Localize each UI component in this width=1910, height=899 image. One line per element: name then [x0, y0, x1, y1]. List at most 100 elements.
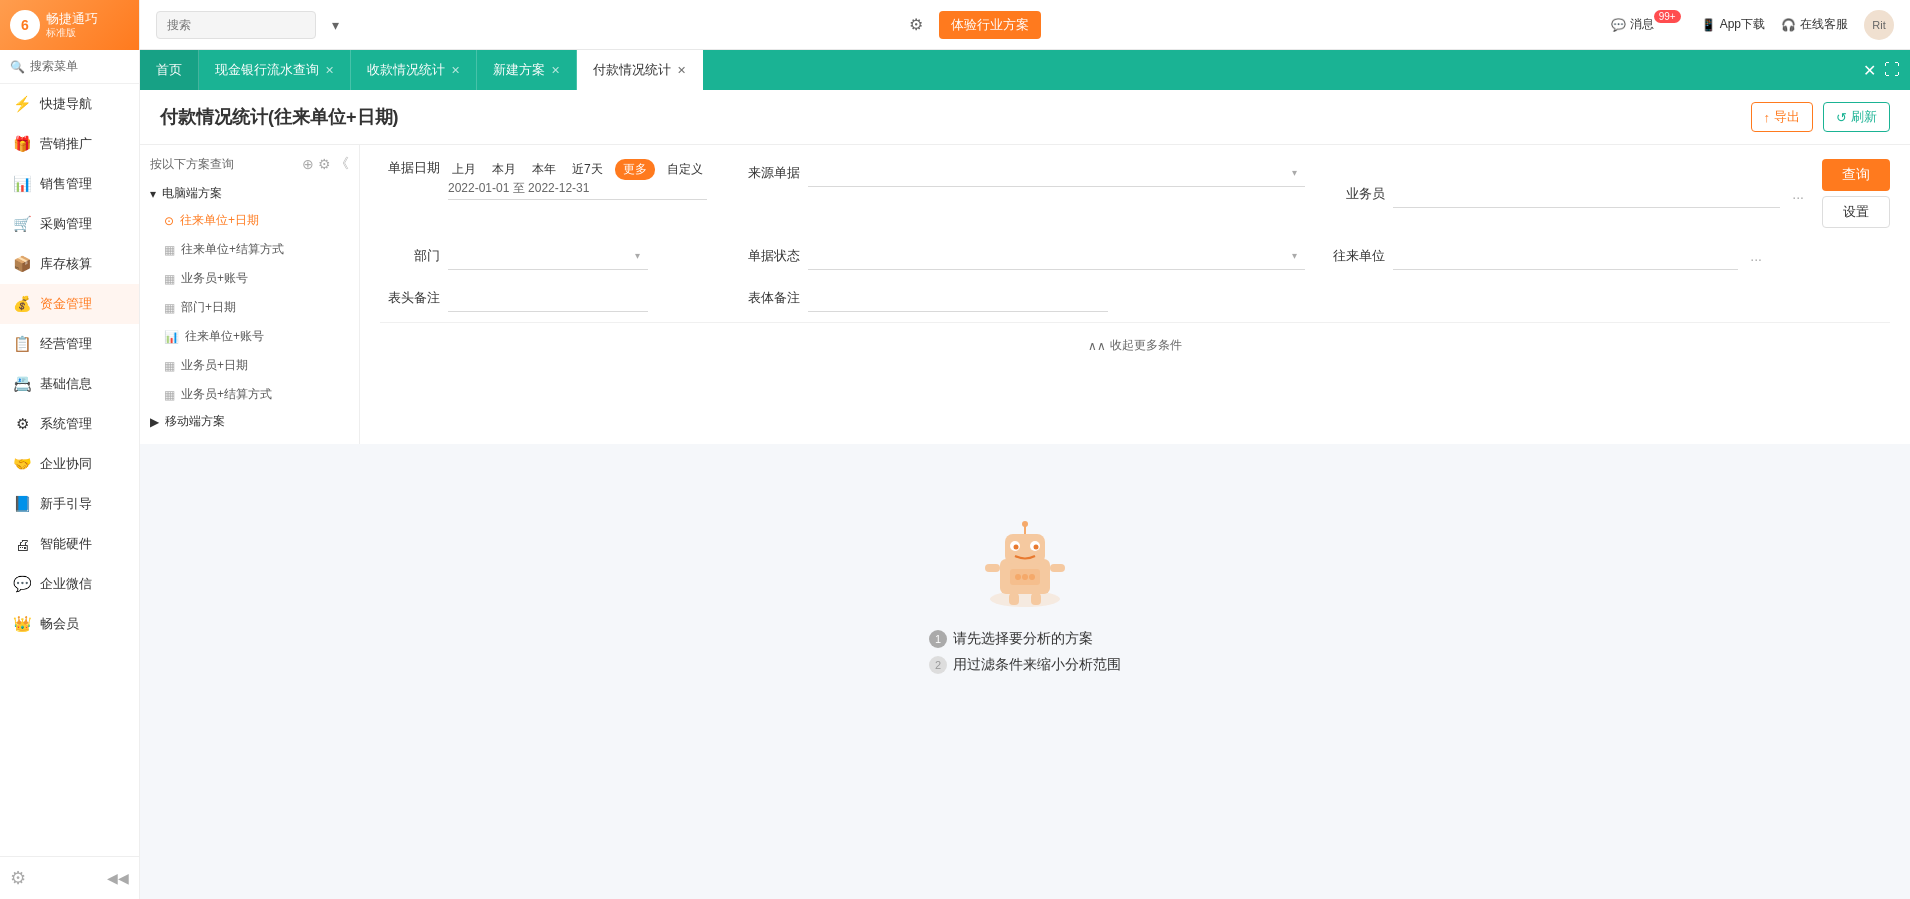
scheme-desktop-group[interactable]: ▾ 电脑端方案	[140, 181, 359, 206]
scheme-salesman-settle-icon: ▦	[164, 388, 175, 402]
sidebar-item-sales[interactable]: 📊 销售管理	[0, 164, 139, 204]
collapse-sidebar-icon[interactable]: ◀◀	[107, 870, 129, 886]
sidebar-item-member[interactable]: 👑 畅会员	[0, 604, 139, 644]
avatar[interactable]: Rit	[1864, 10, 1894, 40]
page-header: 付款情况统计(往来单位+日期) ↑ 导出 ↺ 刷新	[140, 90, 1910, 145]
receivable-stat-close-icon[interactable]: ✕	[451, 64, 460, 77]
app-download-item[interactable]: 📱 App下载	[1701, 16, 1765, 33]
sidebar-item-enterprise[interactable]: 🤝 企业协同	[0, 444, 139, 484]
refresh-icon: ↺	[1836, 110, 1847, 125]
date-last-month[interactable]: 上月	[448, 159, 480, 180]
page-actions: ↑ 导出 ↺ 刷新	[1751, 102, 1891, 132]
page-title: 付款情况统计(往来单位+日期)	[160, 105, 399, 129]
topbar: ▾ ⚙ 体验行业方案 💬 消息 99+ 📱 App下载 🎧 在线客服 Rit	[140, 0, 1910, 50]
sidebar-item-inventory[interactable]: 📦 库存核算	[0, 244, 139, 284]
tab-new-scheme[interactable]: 新建方案 ✕	[477, 50, 577, 90]
tab-fullscreen-icon[interactable]: ⛶	[1884, 61, 1900, 79]
purchase-icon: 🛒	[12, 214, 32, 234]
member-icon: 👑	[12, 614, 32, 634]
mobile-group-arrow: ▶	[150, 415, 159, 429]
scheme-collapse-icon[interactable]: 《	[335, 155, 349, 173]
scheme-unit-settle[interactable]: ▦ 往来单位+结算方式	[140, 235, 359, 264]
dept-dropdown-icon: ▾	[635, 250, 640, 261]
svg-rect-12	[1031, 593, 1041, 605]
export-icon: ↑	[1764, 110, 1771, 125]
topbar-dropdown-icon[interactable]: ▾	[332, 17, 339, 33]
payment-stat-close-icon[interactable]: ✕	[677, 64, 686, 77]
date-this-year[interactable]: 本年	[528, 159, 560, 180]
scheme-unit-account[interactable]: 📊 往来单位+账号	[140, 322, 359, 351]
source-select[interactable]: ▾	[808, 159, 1305, 187]
sidebar-item-guide[interactable]: 📘 新手引导	[0, 484, 139, 524]
query-button[interactable]: 查询	[1822, 159, 1890, 191]
scheme-salesman-date-icon: ▦	[164, 359, 175, 373]
salesman-dots-icon[interactable]: ...	[1792, 186, 1804, 202]
sidebar-header: 6 畅捷通巧 标准版	[0, 0, 139, 50]
tab-home[interactable]: 首页	[140, 50, 199, 90]
dept-select[interactable]: ▾	[448, 242, 648, 270]
setting-button[interactable]: 设置	[1822, 196, 1890, 228]
enterprise-icon: 🤝	[12, 454, 32, 474]
scheme-salesman-settle[interactable]: ▦ 业务员+结算方式	[140, 380, 359, 409]
sidebar-item-basic[interactable]: 📇 基础信息	[0, 364, 139, 404]
sidebar-item-hardware[interactable]: 🖨 智能硬件	[0, 524, 139, 564]
sidebar-item-purchase[interactable]: 🛒 采购管理	[0, 204, 139, 244]
sidebar-brand: 畅捷通巧 标准版	[46, 11, 98, 39]
tab-close-all-icon[interactable]: ✕	[1863, 61, 1876, 80]
tab-actions: ✕ ⛶	[1863, 61, 1910, 80]
partner-dots-icon[interactable]: ...	[1750, 248, 1762, 264]
empty-tip-1: 1 请先选择要分析的方案	[929, 630, 1121, 648]
settings-icon[interactable]: ⚙	[10, 867, 26, 889]
sidebar-logo: 6	[10, 10, 40, 40]
topbar-settings-icon[interactable]: ⚙	[909, 15, 923, 34]
sidebar-item-funds[interactable]: 💰 资金管理	[0, 284, 139, 324]
dept-label: 部门	[380, 247, 440, 265]
sidebar-item-system[interactable]: ⚙ 系统管理	[0, 404, 139, 444]
date-label: 单据日期	[380, 159, 440, 177]
scheme-mobile-group[interactable]: ▶ 移动端方案	[140, 409, 359, 434]
date-this-month[interactable]: 本月	[488, 159, 520, 180]
sidebar-search[interactable]: 🔍 搜索菜单	[0, 50, 139, 84]
sidebar-item-operations[interactable]: 📋 经营管理	[0, 324, 139, 364]
svg-point-8	[1022, 521, 1028, 527]
tab-bank-flow[interactable]: 现金银行流水查询 ✕	[199, 50, 351, 90]
sales-icon: 📊	[12, 174, 32, 194]
empty-state: 1 请先选择要分析的方案 2 用过滤条件来缩小分析范围	[140, 444, 1910, 744]
scheme-dept-date[interactable]: ▦ 部门+日期	[140, 293, 359, 322]
empty-illustration	[975, 514, 1075, 614]
online-service-item[interactable]: 🎧 在线客服	[1781, 16, 1848, 33]
bank-flow-close-icon[interactable]: ✕	[325, 64, 334, 77]
tab-receivable-stat[interactable]: 收款情况统计 ✕	[351, 50, 477, 90]
quick-nav-icon: ⚡	[12, 94, 32, 114]
scheme-dept-date-icon: ▦	[164, 301, 175, 315]
svg-point-16	[1029, 574, 1035, 580]
add-scheme-icon[interactable]: ⊕	[302, 156, 314, 172]
messages-item[interactable]: 💬 消息 99+	[1611, 16, 1685, 33]
topbar-search-input[interactable]	[156, 11, 316, 39]
trial-button[interactable]: 体验行业方案	[939, 11, 1041, 39]
date-range-value[interactable]: 2022-01-01 至 2022-12-31	[448, 180, 707, 200]
export-button[interactable]: ↑ 导出	[1751, 102, 1814, 132]
date-last-7[interactable]: 近7天	[568, 159, 607, 180]
scheme-unit-settle-icon: ▦	[164, 243, 175, 257]
new-scheme-close-icon[interactable]: ✕	[551, 64, 560, 77]
date-custom[interactable]: 自定义	[663, 159, 707, 180]
sidebar-item-quick-nav[interactable]: ⚡ 快捷导航	[0, 84, 139, 124]
collapse-up-icon: ∧∧	[1088, 339, 1106, 353]
scheme-salesman-account-icon: ▦	[164, 272, 175, 286]
scheme-settings-icon[interactable]: ⚙	[318, 156, 331, 172]
basic-icon: 📇	[12, 374, 32, 394]
home-tab-label: 首页	[156, 61, 182, 79]
bill-status-select[interactable]: ▾	[808, 242, 1305, 270]
refresh-button[interactable]: ↺ 刷新	[1823, 102, 1890, 132]
scheme-salesman-account[interactable]: ▦ 业务员+账号	[140, 264, 359, 293]
sidebar-item-marketing[interactable]: 🎁 营销推广	[0, 124, 139, 164]
collapse-filter-button[interactable]: ∧∧ 收起更多条件	[1082, 331, 1188, 360]
scheme-salesman-date[interactable]: ▦ 业务员+日期	[140, 351, 359, 380]
date-more[interactable]: 更多	[615, 159, 655, 180]
sidebar-item-wechat[interactable]: 💬 企业微信	[0, 564, 139, 604]
tab-payment-stat[interactable]: 付款情况统计 ✕	[577, 50, 703, 90]
scheme-unit-date[interactable]: ⊙ 往来单位+日期	[140, 206, 359, 235]
desktop-group-arrow: ▾	[150, 187, 156, 201]
scheme-unit-date-icon: ⊙	[164, 214, 174, 228]
